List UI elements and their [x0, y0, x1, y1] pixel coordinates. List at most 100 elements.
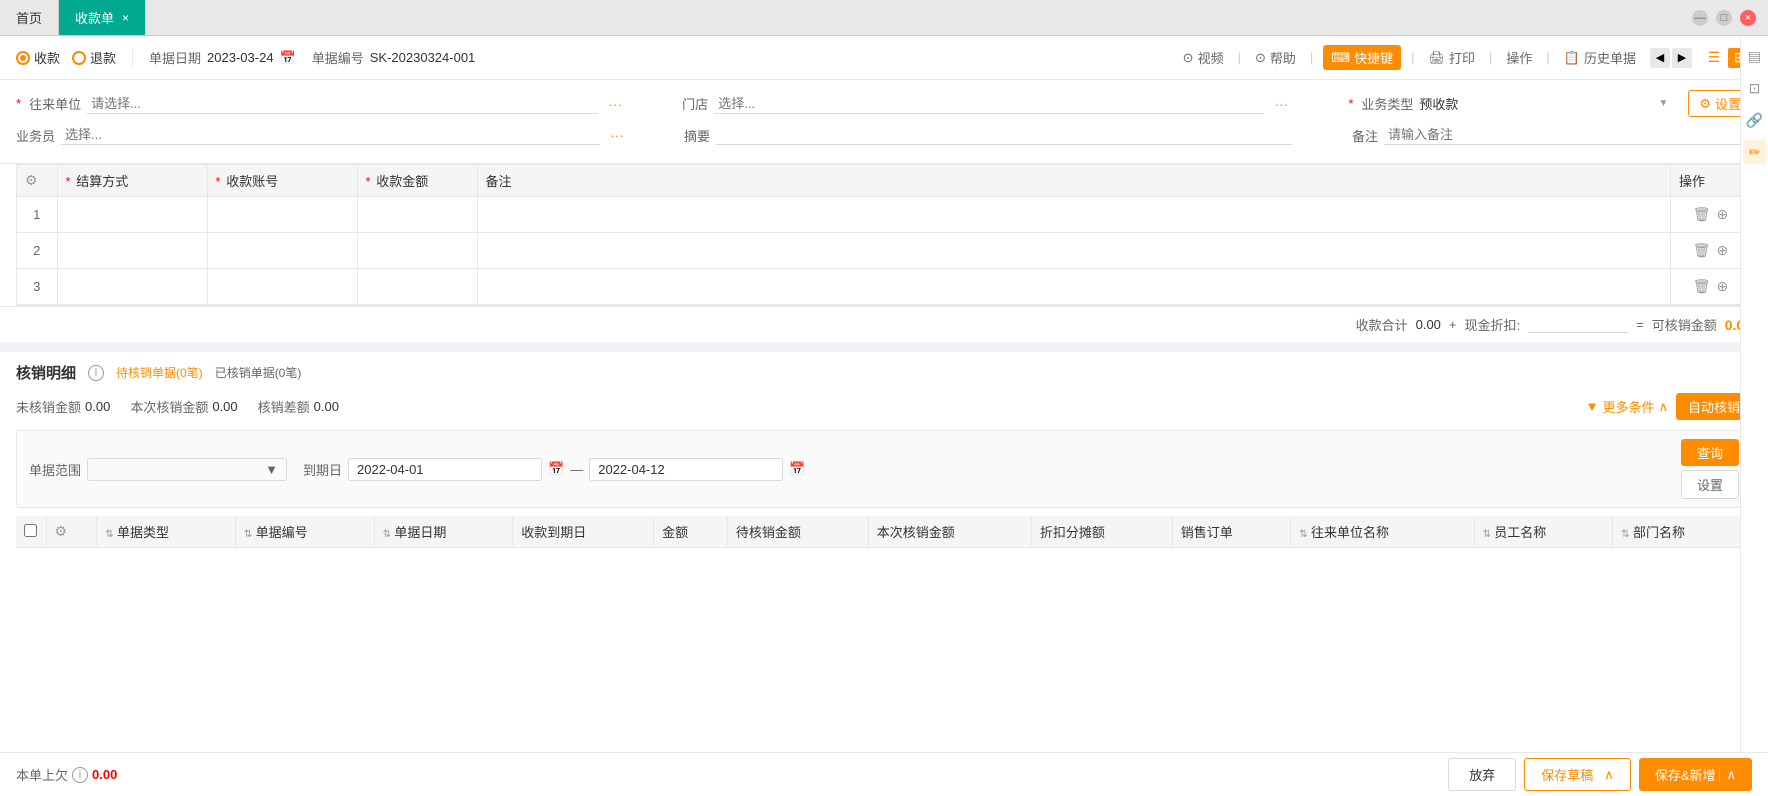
th-pending-label: 待核销金额 — [736, 525, 801, 540]
row2-remark[interactable] — [477, 233, 1671, 269]
table-section: ⚙ * 结算方式 * 收款账号 * 收款金额 — [0, 164, 1768, 306]
row2-copy-icon[interactable]: ⊕ — [1717, 242, 1729, 259]
calendar-to-icon[interactable]: 📅 — [789, 461, 805, 477]
calendar-icon[interactable]: 📅 — [280, 50, 296, 66]
save-new-arrow-icon[interactable]: ∧ — [1719, 767, 1736, 783]
th-doc-date: ⇅ 单据日期 — [374, 516, 513, 548]
gear-icon: ⚙ — [1699, 96, 1711, 112]
history-button[interactable]: 📋 历史单据 — [1560, 46, 1640, 69]
save-draft-button[interactable]: 保存草稿 ∧ — [1524, 758, 1631, 791]
party-more-icon[interactable]: ··· — [608, 96, 622, 112]
row1-copy-icon[interactable]: ⊕ — [1717, 206, 1729, 223]
bottom-table-gear-icon[interactable]: ⚙ — [55, 523, 68, 539]
row1-settle[interactable] — [57, 197, 207, 233]
th-doc-date-label: 单据日期 — [394, 525, 446, 540]
radio-refund[interactable]: 退款 — [72, 48, 116, 67]
row2-account[interactable] — [207, 233, 357, 269]
sidebar-icon-link[interactable]: 🔗 — [1743, 108, 1767, 132]
save-draft-arrow-icon[interactable]: ∧ — [1597, 767, 1614, 783]
diff-label: 核销差额 — [258, 397, 310, 416]
row3-remark[interactable] — [477, 269, 1671, 305]
row3-account[interactable] — [207, 269, 357, 305]
receipt-table: ⚙ * 结算方式 * 收款账号 * 收款金额 — [17, 165, 1751, 305]
nav-next[interactable]: ▶ — [1672, 48, 1692, 68]
tab-home[interactable]: 首页 — [0, 0, 59, 35]
footer-info-icon[interactable]: i — [72, 767, 88, 783]
summary-input[interactable] — [716, 125, 1292, 145]
help-button[interactable]: ⊙ 帮助 — [1251, 46, 1300, 69]
remark-input[interactable] — [1384, 125, 1752, 145]
row1-amount[interactable] — [357, 197, 477, 233]
row3-delete-icon[interactable]: 🗑 — [1693, 278, 1711, 295]
query-button[interactable]: 查询 — [1681, 439, 1739, 466]
table-row: 3 🗑 ⊕ — [17, 269, 1751, 305]
date-field: 单据日期 2023-03-24 📅 — [149, 48, 296, 67]
list-view-icon[interactable]: ☰ — [1702, 48, 1726, 68]
shortcut-button[interactable]: ⌨ 快捷键 — [1323, 45, 1401, 70]
table-row: 2 🗑 ⊕ — [17, 233, 1751, 269]
row1-account[interactable] — [207, 197, 357, 233]
radio-receipt[interactable]: 收款 — [16, 48, 60, 67]
party-input[interactable] — [87, 94, 598, 114]
tab-receipt[interactable]: 收款单 × — [59, 0, 145, 35]
more-filter-button[interactable]: ▼ 更多条件 ∧ — [1586, 397, 1668, 416]
filter-settings-button[interactable]: 设置 — [1681, 470, 1739, 499]
th-due-date-label: 收款到期日 — [521, 525, 586, 540]
verify-section: 核销明细 i 待核销单据(0笔) 已核销单据(0笔) 未核销金额 0.00 本次… — [0, 352, 1768, 558]
verify-info-icon[interactable]: i — [88, 365, 104, 381]
range-select[interactable]: ▼ — [87, 458, 287, 481]
store-input[interactable] — [714, 94, 1264, 114]
verify-tab1[interactable]: 待核销单据(0笔) — [116, 364, 203, 381]
sidebar-icon-table[interactable]: ▤ — [1743, 44, 1767, 68]
discount-input[interactable] — [1528, 317, 1628, 333]
th-sales-order-label: 销售订单 — [1181, 525, 1233, 540]
row1-delete-icon[interactable]: 🗑 — [1693, 206, 1711, 223]
maximize-button[interactable]: □ — [1716, 10, 1732, 26]
th-this-verify-label: 本次核销金额 — [877, 525, 955, 540]
row3-copy-icon[interactable]: ⊕ — [1717, 278, 1729, 295]
minimize-button[interactable]: — — [1692, 10, 1708, 26]
row3-settle[interactable] — [57, 269, 207, 305]
table-gear-icon[interactable]: ⚙ — [25, 172, 38, 188]
row3-amount[interactable] — [357, 269, 477, 305]
select-all-checkbox[interactable] — [24, 524, 37, 537]
th-remark-label: 备注 — [486, 174, 512, 189]
date-to-input[interactable] — [589, 458, 783, 481]
nav-prev[interactable]: ◀ — [1650, 48, 1670, 68]
row1-remark[interactable] — [477, 197, 1671, 233]
row2-delete-icon[interactable]: 🗑 — [1693, 242, 1711, 259]
biz-type-value[interactable]: 预收款 — [1419, 94, 1652, 113]
th-sales-order: 销售订单 — [1172, 516, 1291, 548]
number-value[interactable]: SK-20230324-001 — [370, 50, 476, 65]
discard-button[interactable]: 放弃 — [1448, 758, 1516, 791]
calendar-from-icon[interactable]: 📅 — [548, 461, 564, 477]
th-ops: 操作 — [1671, 165, 1751, 197]
verify-tab2[interactable]: 已核销单据(0笔) — [215, 364, 302, 381]
date-range-field: 到期日 📅 — 📅 — [303, 458, 805, 481]
biz-type-dropdown-icon[interactable]: ▼ — [1658, 98, 1668, 109]
footer-bar: 本单上欠 i 0.00 放弃 保存草稿 ∧ 保存&新增 ∧ — [0, 752, 1768, 796]
sidebar-icon-edit[interactable]: ✏ — [1743, 140, 1767, 164]
range-dropdown-icon: ▼ — [265, 462, 278, 477]
row2-settle[interactable] — [57, 233, 207, 269]
print-button[interactable]: 🖨 打印 — [1424, 46, 1479, 69]
ops-button[interactable]: 操作 — [1502, 46, 1536, 69]
row2-amount[interactable] — [357, 233, 477, 269]
total-label: 收款合计 — [1356, 315, 1408, 334]
date-from-input[interactable] — [348, 458, 542, 481]
date-value[interactable]: 2023-03-24 — [207, 50, 274, 65]
th-staff-name: ⇅ 员工名称 — [1474, 516, 1613, 548]
sidebar-icon-grid[interactable]: ⊡ — [1743, 76, 1767, 100]
tab-close-icon[interactable]: × — [122, 11, 129, 25]
store-more-icon[interactable]: ··· — [1274, 96, 1288, 112]
date-label: 单据日期 — [149, 48, 201, 67]
close-button[interactable]: × — [1740, 10, 1756, 26]
th-due-date: 收款到期日 — [513, 516, 654, 548]
th-dept-name: ⇅ 部门名称 — [1613, 516, 1752, 548]
staff-input[interactable] — [61, 125, 600, 145]
save-new-button[interactable]: 保存&新增 ∧ — [1639, 758, 1752, 791]
th-party-name: ⇅ 往来单位名称 — [1291, 516, 1474, 548]
th-party-name-label: 往来单位名称 — [1311, 525, 1389, 540]
staff-more-icon[interactable]: ··· — [610, 127, 624, 143]
video-button[interactable]: ⊙ 视频 — [1179, 46, 1228, 69]
